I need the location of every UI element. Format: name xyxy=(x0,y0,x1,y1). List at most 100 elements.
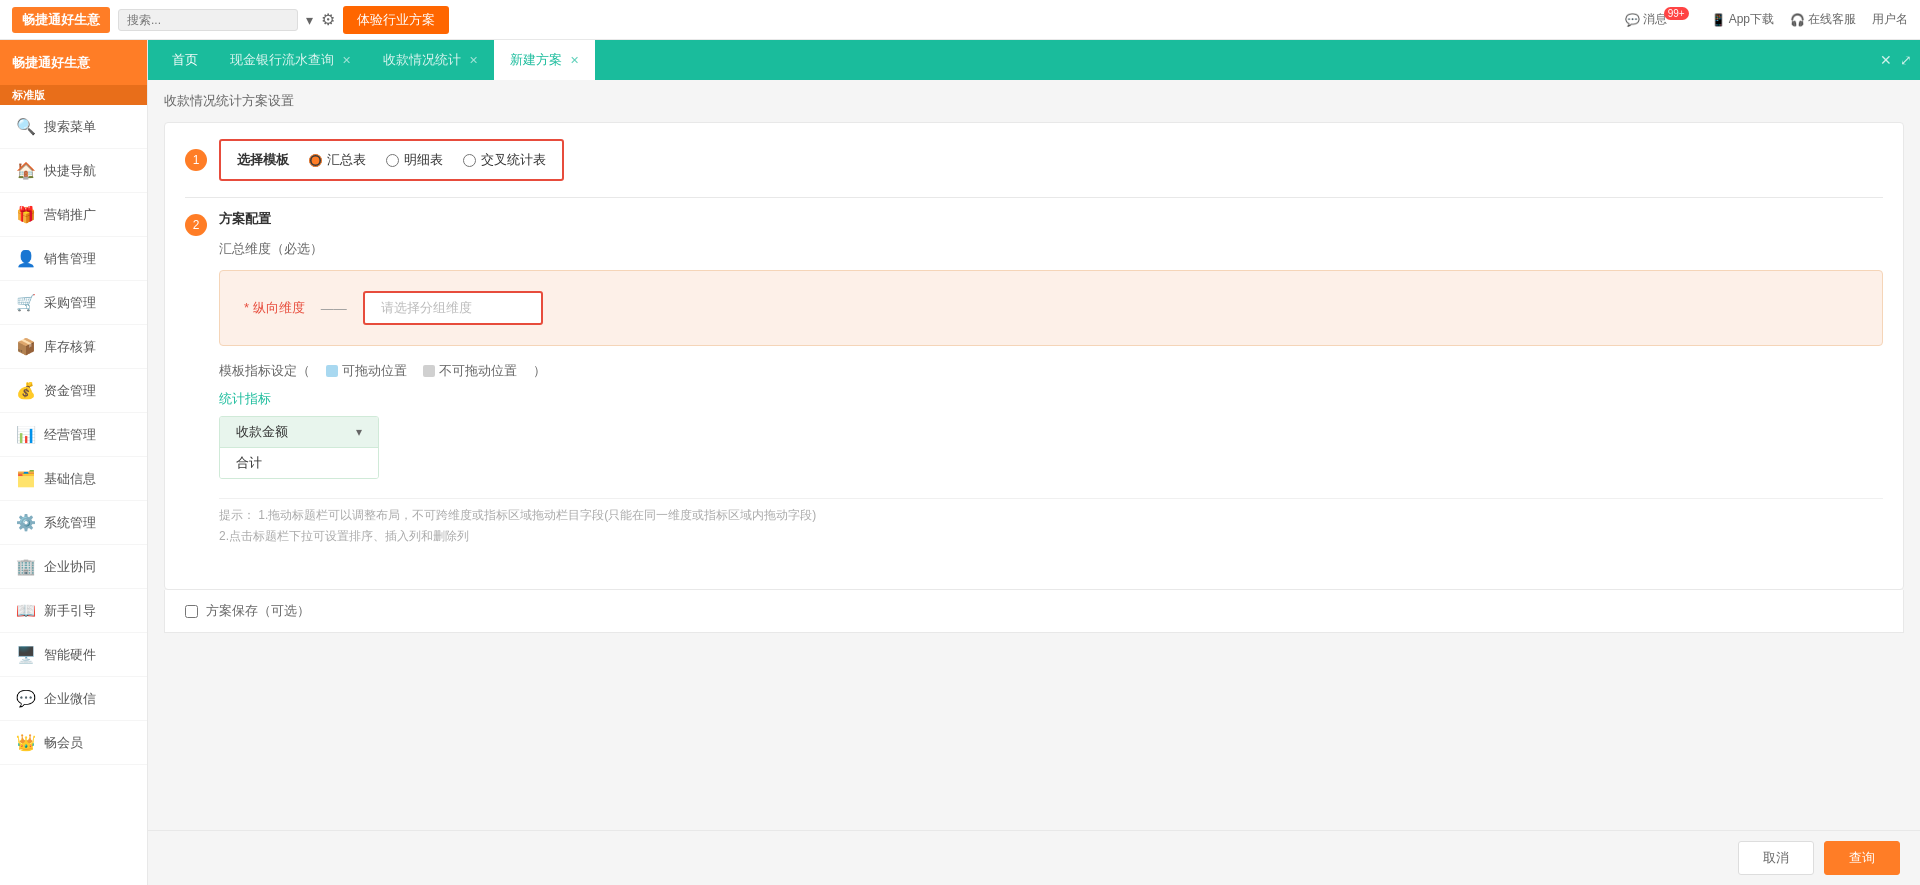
sidebar-item-sales[interactable]: 👤 销售管理 xyxy=(0,237,147,281)
metrics-header: 模板指标设定（ 可拖动位置 不可拖动位置 xyxy=(219,362,1883,380)
drag-movable-label: 可拖动位置 xyxy=(342,362,407,380)
sidebar-item-guide[interactable]: 📖 新手引导 xyxy=(0,589,147,633)
file-icon: 🗂️ xyxy=(16,469,36,488)
step2-circle: 2 xyxy=(185,214,207,236)
radio-detail[interactable]: 明细表 xyxy=(386,151,443,169)
radio-detail-label: 明细表 xyxy=(404,151,443,169)
dimension-row: * 纵向维度 —— 请选择分组维度 xyxy=(244,291,1858,325)
page-content: 收款情况统计方案设置 1 选择模板 汇总表 xyxy=(148,80,1920,830)
sidebar-item-inventory[interactable]: 📦 库存核算 xyxy=(0,325,147,369)
radio-detail-input[interactable] xyxy=(386,154,399,167)
sidebar-item-label: 搜索菜单 xyxy=(44,118,96,136)
config-section: 汇总维度（必选） * 纵向维度 —— 请选择分组维度 xyxy=(219,240,1883,557)
chart-icon: 📊 xyxy=(16,425,36,444)
tab-new[interactable]: 新建方案 ✕ xyxy=(494,40,595,80)
drag-fixed-label: 不可拖动位置 xyxy=(439,362,517,380)
tab-bank-close[interactable]: ✕ xyxy=(342,54,351,67)
tab-receipt-close[interactable]: ✕ xyxy=(469,54,478,67)
download-label: App下载 xyxy=(1729,11,1774,28)
main-layout: 畅捷通好生意 标准版 🔍 搜索菜单 🏠 快捷导航 🎁 营销推广 👤 销售管理 xyxy=(0,40,1920,885)
service-area[interactable]: 🎧 在线客服 xyxy=(1790,11,1856,28)
sidebar-item-label: 基础信息 xyxy=(44,470,96,488)
step2-label: 方案配置 xyxy=(219,210,1883,228)
sidebar-item-finance[interactable]: 💰 资金管理 xyxy=(0,369,147,413)
book-icon: 📖 xyxy=(16,601,36,620)
radio-cross-label: 交叉统计表 xyxy=(481,151,546,169)
sidebar-item-wechat[interactable]: 💬 企业微信 xyxy=(0,677,147,721)
sidebar-item-label: 资金管理 xyxy=(44,382,96,400)
dimension-section-title: 汇总维度（必选） xyxy=(219,240,1883,258)
sidebar-item-operations[interactable]: 📊 经营管理 xyxy=(0,413,147,457)
radio-summary-input[interactable] xyxy=(309,154,322,167)
sidebar-item-label: 经营管理 xyxy=(44,426,96,444)
sidebar-item-member[interactable]: 👑 畅会员 xyxy=(0,721,147,765)
sidebar-item-nav[interactable]: 🏠 快捷导航 xyxy=(0,149,147,193)
sidebar-item-search[interactable]: 🔍 搜索菜单 xyxy=(0,105,147,149)
user-name[interactable]: 用户名 xyxy=(1872,11,1908,28)
sidebar-item-hardware[interactable]: 🖥️ 智能硬件 xyxy=(0,633,147,677)
sidebar-logo-sub-text: 标准版 xyxy=(12,88,45,103)
sidebar-item-label: 营销推广 xyxy=(44,206,96,224)
radio-cross[interactable]: 交叉统计表 xyxy=(463,151,546,169)
sidebar-item-purchase[interactable]: 🛒 采购管理 xyxy=(0,281,147,325)
sidebar-item-label: 系统管理 xyxy=(44,514,96,532)
column-header-label: 收款金额 xyxy=(236,423,288,441)
cancel-button[interactable]: 取消 xyxy=(1738,841,1814,875)
metrics-section: 模板指标设定（ 可拖动位置 不可拖动位置 xyxy=(219,362,1883,482)
step1-row: 1 选择模板 汇总表 明细表 xyxy=(185,139,1883,181)
notification-area[interactable]: 💬 消息 99+ xyxy=(1625,11,1695,28)
dimension-select[interactable]: 请选择分组维度 xyxy=(363,291,543,325)
cart-icon: 🛒 xyxy=(16,293,36,312)
sidebar-item-label: 智能硬件 xyxy=(44,646,96,664)
sidebar-item-system[interactable]: ⚙️ 系统管理 xyxy=(0,501,147,545)
top-header: 畅捷通好生意 ▾ ⚙ 体验行业方案 💬 消息 99+ 📱 App下载 🎧 在线客… xyxy=(0,0,1920,40)
tip-line-2: 2.点击标题栏下拉可设置排序、插入列和删除列 xyxy=(219,528,1883,545)
metrics-table: 收款金额 ▾ 合计 xyxy=(219,416,379,479)
save-checkbox[interactable] xyxy=(185,605,198,618)
sidebar-logo-sub: 标准版 xyxy=(0,85,147,105)
sidebar-item-label: 企业微信 xyxy=(44,690,96,708)
step1-circle: 1 xyxy=(185,149,207,171)
tab-receipt-label: 收款情况统计 xyxy=(383,51,461,69)
column-dropdown-icon[interactable]: ▾ xyxy=(356,425,362,439)
service-icon: 🎧 xyxy=(1790,13,1805,27)
download-area[interactable]: 📱 App下载 xyxy=(1711,11,1774,28)
template-section: 选择模板 汇总表 明细表 xyxy=(219,139,564,181)
header-dropdown-btn[interactable]: ▾ xyxy=(306,12,313,28)
gear-icon[interactable]: ⚙ xyxy=(321,10,335,29)
sidebar-item-label: 销售管理 xyxy=(44,250,96,268)
header-search-input[interactable] xyxy=(118,9,298,31)
sidebar-item-label: 新手引导 xyxy=(44,602,96,620)
header-right: 💬 消息 99+ 📱 App下载 🎧 在线客服 用户名 xyxy=(1625,11,1908,28)
radio-summary-label: 汇总表 xyxy=(327,151,366,169)
trial-button[interactable]: 体验行业方案 xyxy=(343,6,449,34)
sidebar-item-label: 采购管理 xyxy=(44,294,96,312)
sidebar-item-marketing[interactable]: 🎁 营销推广 xyxy=(0,193,147,237)
logo-text: 畅捷通好生意 xyxy=(22,11,100,29)
tab-new-close[interactable]: ✕ xyxy=(570,54,579,67)
monitor-icon: 🖥️ xyxy=(16,645,36,664)
home-icon: 🏠 xyxy=(16,161,36,180)
sidebar-item-enterprise[interactable]: 🏢 企业协同 xyxy=(0,545,147,589)
window-expand-btn[interactable]: ⤢ xyxy=(1900,52,1912,68)
tab-home[interactable]: 首页 xyxy=(156,40,214,80)
tab-receipt[interactable]: 收款情况统计 ✕ xyxy=(367,40,494,80)
crown-icon: 👑 xyxy=(16,733,36,752)
save-label: 方案保存（可选） xyxy=(206,602,310,620)
tip-line-1: 提示： 1.拖动标题栏可以调整布局，不可跨维度或指标区域拖动栏目字段(只能在同一… xyxy=(219,507,1883,524)
metrics-row-total: 合计 xyxy=(220,448,378,478)
radio-cross-input[interactable] xyxy=(463,154,476,167)
query-button[interactable]: 查询 xyxy=(1824,841,1900,875)
tab-new-label: 新建方案 xyxy=(510,51,562,69)
box-icon: 📦 xyxy=(16,337,36,356)
radio-summary[interactable]: 汇总表 xyxy=(309,151,366,169)
step2-content: 方案配置 汇总维度（必选） * 纵向维度 —— 请选择分组维度 xyxy=(219,210,1883,557)
sidebar-item-basic[interactable]: 🗂️ 基础信息 xyxy=(0,457,147,501)
stats-label: 统计指标 xyxy=(219,390,1883,408)
download-icon: 📱 xyxy=(1711,13,1726,27)
search-icon: 🔍 xyxy=(16,117,36,136)
sidebar-item-label: 企业协同 xyxy=(44,558,96,576)
window-close-btn[interactable]: ✕ xyxy=(1880,52,1892,68)
tab-bank[interactable]: 现金银行流水查询 ✕ xyxy=(214,40,367,80)
gift-icon: 🎁 xyxy=(16,205,36,224)
